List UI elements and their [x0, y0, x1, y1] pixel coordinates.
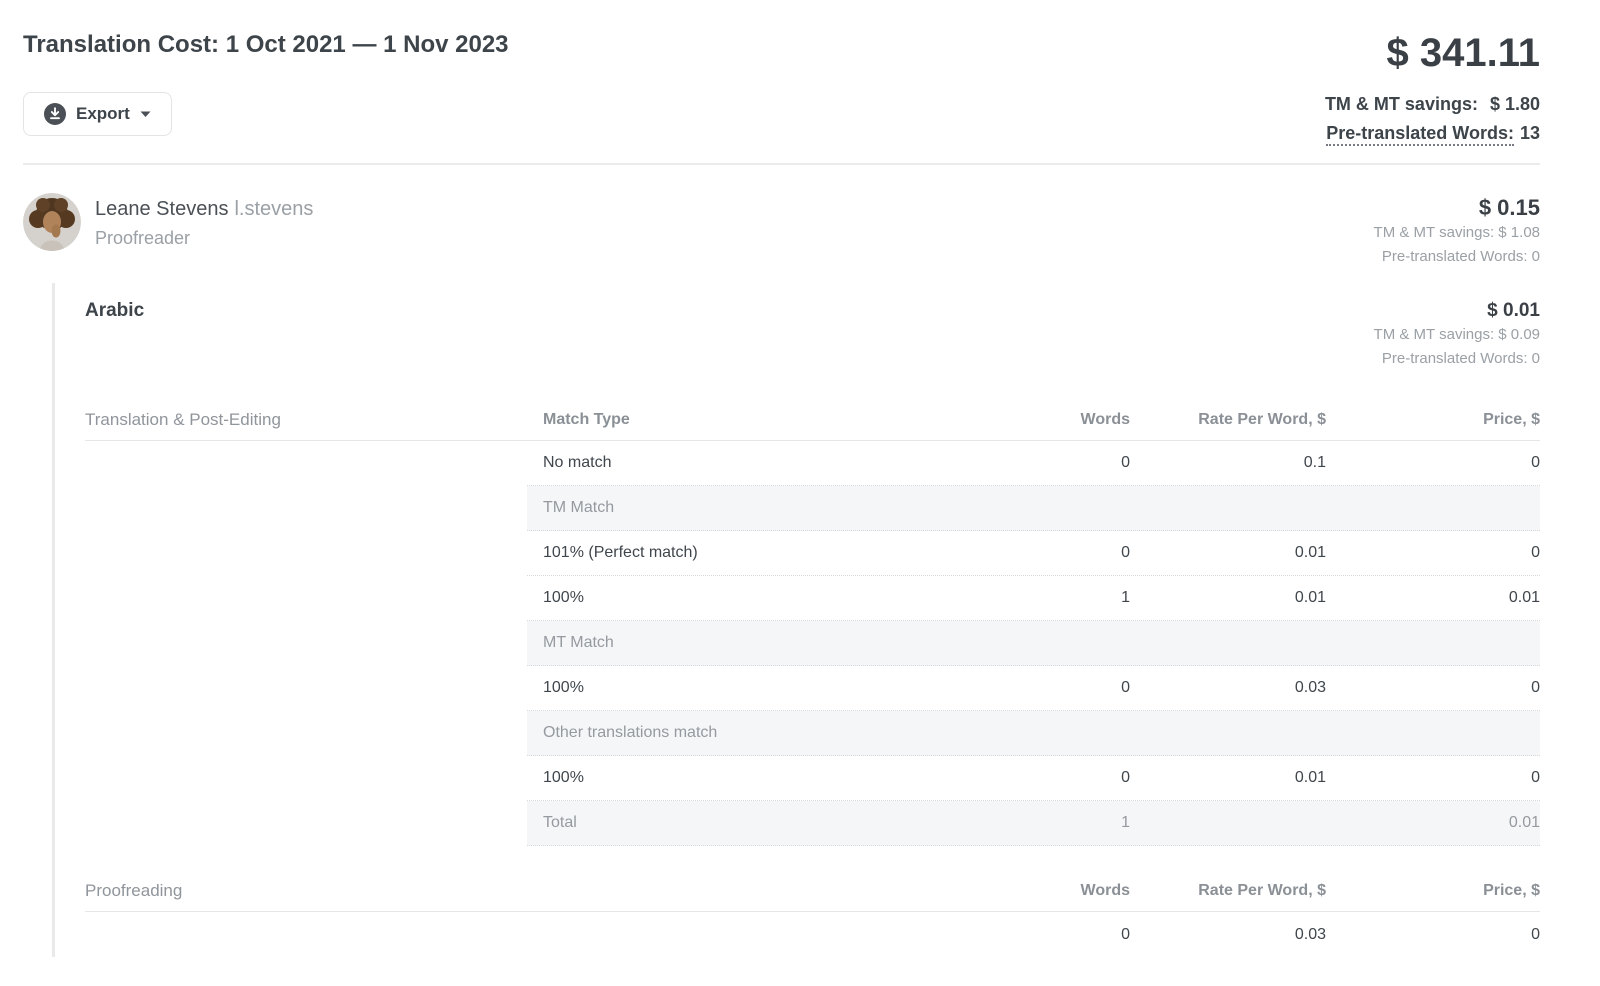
language-stats: $ 0.01 TM & MT savings: $ 0.09 Pre-trans… — [1374, 299, 1540, 371]
price-cell: 0 — [1326, 544, 1540, 562]
language-section: Arabic $ 0.01 TM & MT savings: $ 0.09 Pr… — [52, 283, 1540, 957]
price-cell: 0 — [1326, 769, 1540, 787]
words-cell: 0 — [1000, 454, 1130, 472]
language-tm-mt-savings: TM & MT savings: $ 0.09 — [1374, 323, 1540, 347]
pre-translated-label[interactable]: Pre-translated Words: — [1326, 123, 1514, 146]
user-total-amount: $ 0.15 — [1374, 195, 1540, 221]
price-cell: 0 — [1326, 454, 1540, 472]
column-header-price: Price, $ — [1326, 411, 1540, 429]
user-tm-mt-savings: TM & MT savings: $ 1.08 — [1374, 221, 1540, 245]
column-header-rate: Rate Per Word, $ — [1130, 411, 1326, 429]
user-names: Leane Stevens l.stevens Proofreader — [95, 193, 313, 269]
price-cell: 0.01 — [1326, 589, 1540, 607]
match-group-label: MT Match — [527, 634, 1540, 652]
table-row: 101% (Perfect match)00.010 — [527, 531, 1540, 576]
export-button-label: Export — [76, 104, 130, 124]
column-header-words: Words — [1000, 882, 1130, 900]
match-type-cell: 100% — [527, 679, 1000, 697]
match-type-cell: No match — [527, 454, 1000, 472]
table-row: 100%00.010 — [527, 756, 1540, 801]
rate-cell: 0.03 — [1130, 926, 1326, 944]
table-total-row: Total1 0.01 — [527, 801, 1540, 846]
words-cell: 1 — [1000, 589, 1130, 607]
table-group-row: MT Match — [527, 621, 1540, 666]
translation-table-header: Translation & Post-Editing Match Type Wo… — [85, 399, 1540, 441]
proofreading-table-body: 00.030 — [527, 912, 1540, 957]
grand-total-amount: $ 341.11 — [1325, 30, 1540, 76]
rate-cell: 0.01 — [1130, 769, 1326, 787]
words-cell: 0 — [1000, 679, 1130, 697]
table-row: 100%00.030 — [527, 666, 1540, 711]
report-totals: $ 341.11 TM & MT savings: $ 1.80 Pre-tran… — [1325, 30, 1540, 145]
proofreading-section-label: Proofreading — [85, 881, 527, 901]
match-type-cell: 100% — [527, 769, 1000, 787]
table-group-row: Other translations match — [527, 711, 1540, 756]
page-title: Translation Cost: 1 Oct 2021 — 1 Nov 202… — [23, 30, 509, 60]
language-name: Arabic — [85, 299, 144, 371]
tm-mt-savings-label: TM & MT savings: — [1325, 94, 1478, 114]
translation-table-body: No match00.10TM Match101% (Perfect match… — [527, 441, 1540, 846]
column-header-rate: Rate Per Word, $ — [1130, 882, 1326, 900]
words-cell: 0 — [1000, 926, 1130, 944]
words-cell: 0 — [1000, 769, 1130, 787]
user-identity: Leane Stevens l.stevens Proofreader — [23, 193, 313, 269]
language-total-amount: $ 0.01 — [1374, 299, 1540, 323]
tm-mt-savings-value: $ 1.80 — [1490, 94, 1540, 114]
user-section: Leane Stevens l.stevens Proofreader $ 0.1… — [23, 193, 1540, 269]
table-row: 100%10.010.01 — [527, 576, 1540, 621]
price-cell: 0 — [1326, 679, 1540, 697]
avatar — [23, 193, 81, 251]
words-cell: 1 — [1000, 814, 1130, 832]
match-group-label: TM Match — [527, 499, 1540, 517]
pre-translated-line: Pre-translated Words: 13 — [1325, 121, 1540, 145]
user-username: l.stevens — [234, 198, 313, 220]
download-icon — [44, 103, 66, 125]
tm-mt-savings-line: TM & MT savings: $ 1.80 — [1325, 92, 1540, 116]
user-name: Leane Stevens — [95, 198, 228, 220]
match-type-cell: 100% — [527, 589, 1000, 607]
header-divider — [23, 163, 1540, 165]
match-type-cell: Total — [527, 814, 1000, 832]
rate-cell: 0.03 — [1130, 679, 1326, 697]
cost-report-page: Translation Cost: 1 Oct 2021 — 1 Nov 202… — [0, 0, 1600, 957]
report-header: Translation Cost: 1 Oct 2021 — 1 Nov 202… — [23, 30, 1540, 145]
language-pre-translated: Pre-translated Words: 0 — [1374, 347, 1540, 371]
chevron-down-icon — [140, 111, 151, 118]
rate-cell: 0.01 — [1130, 589, 1326, 607]
words-cell: 0 — [1000, 544, 1130, 562]
proofreading-table-header: Proofreading Words Rate Per Word, $ Pric… — [85, 870, 1540, 912]
column-header-match-type: Match Type — [527, 411, 1000, 429]
rate-cell: 0.01 — [1130, 544, 1326, 562]
match-type-cell: 101% (Perfect match) — [527, 544, 1000, 562]
translation-section-label: Translation & Post-Editing — [85, 410, 527, 430]
table-row: No match00.10 — [527, 441, 1540, 486]
user-pre-translated: Pre-translated Words: 0 — [1374, 245, 1540, 269]
table-row: 00.030 — [527, 912, 1540, 957]
rate-cell: 0.1 — [1130, 454, 1326, 472]
column-header-words: Words — [1000, 411, 1130, 429]
user-role: Proofreader — [95, 225, 313, 251]
export-button[interactable]: Export — [23, 92, 172, 136]
user-stats: $ 0.15 TM & MT savings: $ 1.08 Pre-trans… — [1374, 193, 1540, 269]
language-header: Arabic $ 0.01 TM & MT savings: $ 0.09 Pr… — [85, 299, 1540, 371]
report-header-left: Translation Cost: 1 Oct 2021 — 1 Nov 202… — [23, 30, 509, 136]
column-header-price: Price, $ — [1326, 882, 1540, 900]
price-cell: 0.01 — [1326, 814, 1540, 832]
pre-translated-value: 13 — [1520, 123, 1540, 143]
price-cell: 0 — [1326, 926, 1540, 944]
match-group-label: Other translations match — [527, 724, 1540, 742]
table-group-row: TM Match — [527, 486, 1540, 531]
